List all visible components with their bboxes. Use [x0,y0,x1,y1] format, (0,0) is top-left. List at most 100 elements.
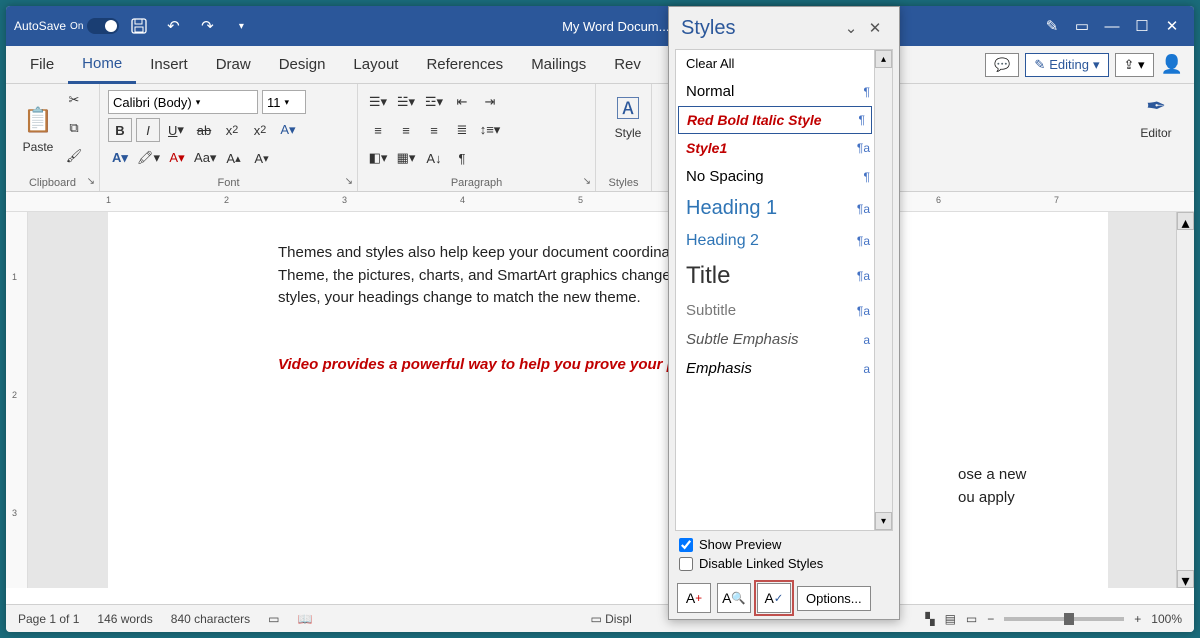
show-hide-button[interactable]: ¶ [450,146,474,170]
tab-file[interactable]: File [16,46,68,84]
paragraph-launcher-icon[interactable]: ↘ [583,176,591,187]
tab-draw[interactable]: Draw [202,46,265,84]
qat-dropdown-icon[interactable]: ▾ [227,12,255,40]
document-scrollbar[interactable]: ▴ ▾ [1176,212,1194,588]
pane-dropdown-icon[interactable]: ⌄ [839,19,863,37]
autosave-toggle[interactable]: AutoSave On [14,18,119,34]
ribbon-display-icon[interactable]: ▭ [1068,12,1096,40]
copy-icon[interactable]: ⧉ [62,116,86,140]
clipboard-launcher-icon[interactable]: ↘ [87,176,95,187]
style-inspector-button[interactable]: A🔍 [717,583,751,613]
view-focus-icon[interactable]: ▚ [925,612,934,626]
tab-insert[interactable]: Insert [136,46,202,84]
view-web-icon[interactable]: ▭ [966,612,977,626]
scroll-up-icon[interactable]: ▴ [1177,212,1194,230]
italic-button[interactable]: I [136,118,160,142]
tab-review[interactable]: Rev [600,46,655,84]
tab-design[interactable]: Design [265,46,340,84]
comments-button[interactable]: 💬 [985,53,1019,77]
bullets-button[interactable]: ☰▾ [366,90,390,114]
scroll-down-icon[interactable]: ▾ [875,512,892,530]
toggle-switch-icon[interactable] [87,18,119,34]
shading-button[interactable]: ◧▾ [366,146,390,170]
editor-button[interactable]: ✒ Editor [1132,88,1180,140]
shrink-font-button[interactable]: A▾ [249,146,273,170]
paste-button[interactable]: 📋 Paste [14,88,62,168]
style-item-6[interactable]: Title¶a [676,256,892,296]
style-item-3[interactable]: No Spacing¶ [676,162,892,191]
coming-soon-icon[interactable]: ✎ [1038,12,1066,40]
underline-button[interactable]: U▾ [164,118,188,142]
decrease-indent-button[interactable]: ⇤ [450,90,474,114]
share-button[interactable]: ⇪ ▾ [1115,53,1154,77]
align-left-button[interactable]: ≡ [366,118,390,142]
pane-close-icon[interactable]: ✕ [863,19,887,37]
subscript-button[interactable]: x2 [220,118,244,142]
save-icon[interactable] [125,12,153,40]
tab-mailings[interactable]: Mailings [517,46,600,84]
new-style-button[interactable]: A+ [677,583,711,613]
char-count[interactable]: 840 characters [171,612,250,626]
document-page[interactable]: Themes and styles also help keep your do… [108,212,1108,588]
undo-icon[interactable]: ↶ [159,12,187,40]
redo-icon[interactable]: ↷ [193,12,221,40]
align-center-button[interactable]: ≡ [394,118,418,142]
vertical-ruler[interactable]: 1 2 3 [6,212,28,588]
font-name-combo[interactable]: Calibri (Body)▾ [108,90,258,114]
style-item-1[interactable]: Red Bold Italic Style¶ [678,106,872,134]
borders-button[interactable]: ▦▾ [394,146,418,170]
tab-layout[interactable]: Layout [339,46,412,84]
style-item-8[interactable]: Subtle Emphasisa [676,325,892,354]
display-settings[interactable]: ▭ Displ [590,612,631,626]
sort-button[interactable]: A↓ [422,146,446,170]
style-item-9[interactable]: Emphasisa [676,354,892,383]
minimize-icon[interactable]: — [1098,12,1126,40]
editing-mode-button[interactable]: ✎ Editing ▾ [1025,53,1108,77]
highlight-button[interactable]: 🖍▾ [136,146,161,170]
disable-linked-checkbox[interactable]: Disable Linked Styles [679,556,889,571]
increase-indent-button[interactable]: ⇥ [478,90,502,114]
multilevel-list-button[interactable]: ☲▾ [422,90,446,114]
font-size-combo[interactable]: 11▾ [262,90,306,114]
numbering-button[interactable]: ☱▾ [394,90,418,114]
zoom-in-button[interactable]: + [1134,612,1141,626]
view-print-icon[interactable]: ▤ [945,612,956,626]
align-right-button[interactable]: ≡ [422,118,446,142]
close-icon[interactable]: ✕ [1158,12,1186,40]
focus-icon[interactable]: ▭ [268,612,279,626]
maximize-icon[interactable]: ☐ [1128,12,1156,40]
font-color-button[interactable]: A▾ [165,146,189,170]
text-fill-button[interactable]: A▾ [108,146,132,170]
font-launcher-icon[interactable]: ↘ [345,176,353,187]
change-case-button[interactable]: Aa▾ [193,146,217,170]
page-indicator[interactable]: Page 1 of 1 [18,612,79,626]
scroll-down-icon[interactable]: ▾ [1177,570,1194,588]
style-clear-all[interactable]: Clear All [676,50,892,77]
styles-options-button[interactable]: Options... [797,586,871,611]
strikethrough-button[interactable]: ab [192,118,216,142]
zoom-slider[interactable] [1004,617,1124,621]
scroll-up-icon[interactable]: ▴ [875,50,892,68]
style-item-7[interactable]: Subtitle¶a [676,296,892,325]
style-item-2[interactable]: Style1¶a [676,134,892,162]
style-item-4[interactable]: Heading 1¶a [676,191,892,226]
styles-scrollbar[interactable]: ▴ ▾ [874,50,892,530]
read-mode-icon[interactable]: 📖 [298,612,313,626]
style-item-0[interactable]: Normal¶ [676,77,892,106]
format-painter-icon[interactable]: 🖌 [62,144,86,168]
cut-icon[interactable]: ✂ [62,88,86,112]
grow-font-button[interactable]: A▴ [221,146,245,170]
word-count[interactable]: 146 words [97,612,152,626]
justify-button[interactable]: ≣ [450,118,474,142]
tab-home[interactable]: Home [68,46,136,84]
account-icon[interactable]: 👤 [1160,53,1184,77]
text-effects-button[interactable]: A▾ [276,118,300,142]
show-preview-checkbox[interactable]: Show Preview [679,537,889,552]
line-spacing-button[interactable]: ↕≡▾ [478,118,502,142]
tab-references[interactable]: References [412,46,517,84]
zoom-level[interactable]: 100% [1151,612,1182,626]
style-item-5[interactable]: Heading 2¶a [676,226,892,256]
bold-button[interactable]: B [108,118,132,142]
zoom-out-button[interactable]: − [987,612,994,626]
styles-gallery-button[interactable]: 🄰 Style [604,88,652,140]
